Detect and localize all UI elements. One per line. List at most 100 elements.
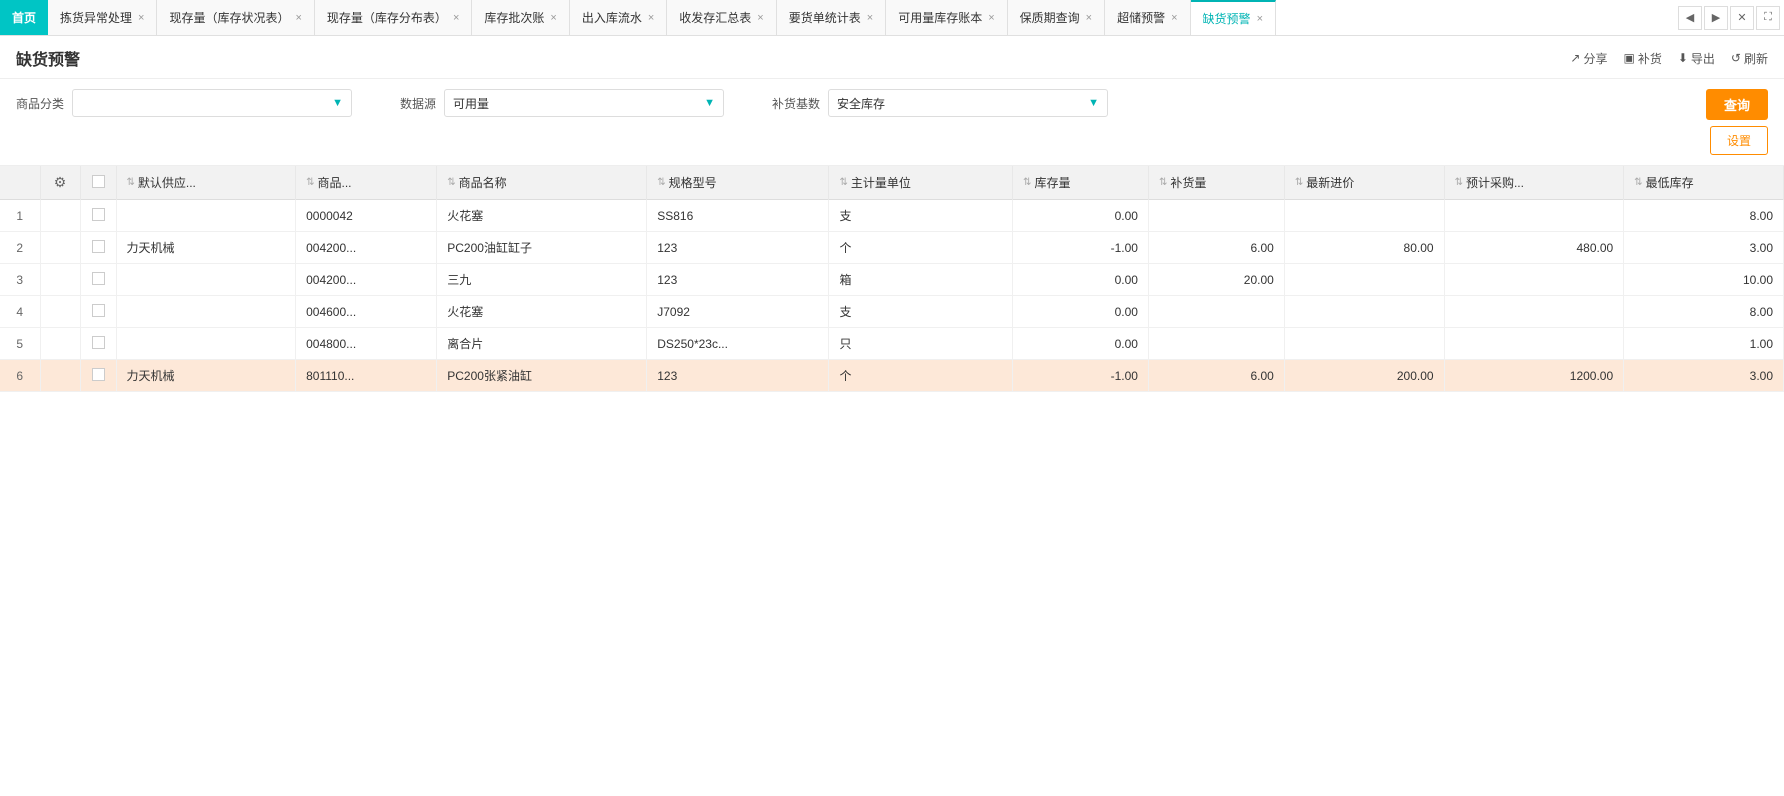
th-checkbox[interactable] bbox=[80, 166, 116, 200]
table-body: 10000042火花塞SS816支0.008.002力天机械004200...P… bbox=[0, 200, 1784, 392]
tab-item-requisition-stat[interactable]: 要货单统计表× bbox=[777, 0, 886, 35]
page-title: 缺货预警 bbox=[16, 46, 80, 70]
tab-item-batch-account[interactable]: 库存批次账× bbox=[472, 0, 569, 35]
td-row-num: 1 bbox=[0, 200, 40, 232]
tab-label: 超储预警 bbox=[1117, 9, 1165, 26]
tab-next-button[interactable]: ▶ bbox=[1704, 6, 1728, 30]
tab-fullscreen-button[interactable]: ⛶ bbox=[1756, 6, 1780, 30]
td-settings bbox=[40, 264, 80, 296]
replenish-base-select[interactable]: 安全库存 ▼ bbox=[828, 89, 1108, 117]
tab-item-exception[interactable]: 拣货异常处理× bbox=[48, 0, 157, 35]
td-product_name: PC200张紧油缸 bbox=[437, 360, 647, 392]
share-button[interactable]: ↗ 分享 bbox=[1570, 50, 1607, 67]
category-select[interactable]: ▼ bbox=[72, 89, 352, 117]
sort-icon-unit: ⇅ bbox=[839, 177, 847, 188]
tab-close-icon[interactable]: × bbox=[757, 12, 763, 24]
tab-close-all-button[interactable]: ✕ bbox=[1730, 6, 1754, 30]
sort-icon-spec: ⇅ bbox=[657, 177, 665, 188]
td-default_supplier bbox=[116, 264, 296, 296]
tab-item-home[interactable]: 首页 bbox=[0, 0, 48, 35]
row-checkbox[interactable] bbox=[92, 240, 105, 253]
td-checkbox[interactable] bbox=[80, 232, 116, 264]
td-checkbox[interactable] bbox=[80, 200, 116, 232]
tab-close-icon[interactable]: × bbox=[1257, 13, 1263, 25]
table-row: 6力天机械801110...PC200张紧油缸123个-1.006.00200.… bbox=[0, 360, 1784, 392]
tab-item-available-account[interactable]: 可用量库存账本× bbox=[886, 0, 1007, 35]
tab-item-receipt-summary[interactable]: 收发存汇总表 × bbox=[667, 0, 776, 35]
tab-item-inventory-dist[interactable]: 现存量（库存分布表）× bbox=[315, 0, 472, 35]
td-stock: -1.00 bbox=[1013, 232, 1149, 264]
row-checkbox[interactable] bbox=[92, 272, 105, 285]
sort-icon-latest_price: ⇅ bbox=[1295, 177, 1303, 188]
row-checkbox[interactable] bbox=[92, 304, 105, 317]
td-unit: 支 bbox=[829, 200, 1013, 232]
row-checkbox[interactable] bbox=[92, 368, 105, 381]
td-checkbox[interactable] bbox=[80, 264, 116, 296]
td-spec: 123 bbox=[647, 264, 829, 296]
tab-item-inventory-status[interactable]: 现存量（库存状况表）× bbox=[157, 0, 314, 35]
sort-icon-default_supplier: ⇅ bbox=[127, 177, 135, 188]
td-latest_price bbox=[1284, 328, 1444, 360]
datasource-select[interactable]: 可用量 ▼ bbox=[444, 89, 724, 117]
tab-close-icon[interactable]: × bbox=[988, 12, 994, 24]
filter-groups: 商品分类 ▼ 数据源 可用量 ▼ 补货基数 安全库存 ▼ bbox=[16, 89, 1706, 117]
td-checkbox[interactable] bbox=[80, 360, 116, 392]
restock-button[interactable]: ▣ 补货 bbox=[1623, 50, 1661, 67]
export-icon: ⬇ bbox=[1678, 51, 1688, 65]
tab-item-inout-flow[interactable]: 出入库流水× bbox=[570, 0, 667, 35]
tab-prev-button[interactable]: ◀ bbox=[1678, 6, 1702, 30]
td-unit: 支 bbox=[829, 296, 1013, 328]
tab-label: 收发存汇总表 bbox=[679, 9, 751, 26]
td-product_code: 004800... bbox=[296, 328, 437, 360]
export-button[interactable]: ⬇ 导出 bbox=[1678, 50, 1715, 67]
tab-item-stockout[interactable]: 缺货预警× bbox=[1191, 0, 1276, 35]
tab-item-expiry-query[interactable]: 保质期查询× bbox=[1008, 0, 1105, 35]
td-product_code: 0000042 bbox=[296, 200, 437, 232]
settings-col-icon[interactable]: ⚙ bbox=[54, 174, 67, 190]
sort-icon-min_stock: ⇅ bbox=[1634, 177, 1642, 188]
tab-item-overstock[interactable]: 超储预警 × bbox=[1105, 0, 1190, 35]
tab-close-icon[interactable]: × bbox=[453, 12, 459, 24]
query-button[interactable]: 查询 bbox=[1706, 89, 1768, 120]
row-checkbox[interactable] bbox=[92, 208, 105, 221]
th-latest_price: ⇅最新进价 bbox=[1284, 166, 1444, 200]
td-latest_price bbox=[1284, 296, 1444, 328]
td-unit: 个 bbox=[829, 360, 1013, 392]
row-checkbox[interactable] bbox=[92, 336, 105, 349]
col-label-default_supplier: 默认供应... bbox=[138, 174, 196, 191]
select-all-checkbox[interactable] bbox=[92, 175, 105, 188]
share-icon: ↗ bbox=[1570, 51, 1580, 65]
tab-close-icon[interactable]: × bbox=[550, 12, 556, 24]
td-checkbox[interactable] bbox=[80, 296, 116, 328]
tab-label: 首页 bbox=[12, 9, 36, 26]
td-stock: 0.00 bbox=[1013, 328, 1149, 360]
page-wrapper: 缺货预警 ↗ 分享 ▣ 补货 ⬇ 导出 ↺ 刷新 商品分类 bbox=[0, 36, 1784, 796]
th-settings[interactable]: ⚙ bbox=[40, 166, 80, 200]
td-row-num: 2 bbox=[0, 232, 40, 264]
col-label-stock: 库存量 bbox=[1034, 174, 1070, 191]
th-default_supplier: ⇅默认供应... bbox=[116, 166, 296, 200]
settings-button[interactable]: 设置 bbox=[1710, 126, 1768, 155]
tab-close-icon[interactable]: × bbox=[1086, 12, 1092, 24]
td-checkbox[interactable] bbox=[80, 328, 116, 360]
td-replenish bbox=[1148, 296, 1284, 328]
td-settings bbox=[40, 328, 80, 360]
td-product_name: PC200油缸缸子 bbox=[437, 232, 647, 264]
replenish-base-arrow-icon: ▼ bbox=[1088, 97, 1099, 109]
category-label: 商品分类 bbox=[16, 95, 64, 112]
tab-close-icon[interactable]: × bbox=[295, 12, 301, 24]
td-min_stock: 8.00 bbox=[1624, 200, 1784, 232]
td-default_supplier: 力天机械 bbox=[116, 232, 296, 264]
tab-close-icon[interactable]: × bbox=[1171, 12, 1177, 24]
td-unit: 只 bbox=[829, 328, 1013, 360]
refresh-button[interactable]: ↺ 刷新 bbox=[1731, 50, 1768, 67]
td-replenish: 6.00 bbox=[1148, 232, 1284, 264]
sort-icon-replenish: ⇅ bbox=[1159, 177, 1167, 188]
tab-close-icon[interactable]: × bbox=[648, 12, 654, 24]
col-label-unit: 主计量单位 bbox=[851, 174, 911, 191]
td-product_code: 801110... bbox=[296, 360, 437, 392]
th-row-num bbox=[0, 166, 40, 200]
tab-close-icon[interactable]: × bbox=[138, 12, 144, 24]
header-actions: ↗ 分享 ▣ 补货 ⬇ 导出 ↺ 刷新 bbox=[1570, 50, 1768, 67]
tab-close-icon[interactable]: × bbox=[867, 12, 873, 24]
